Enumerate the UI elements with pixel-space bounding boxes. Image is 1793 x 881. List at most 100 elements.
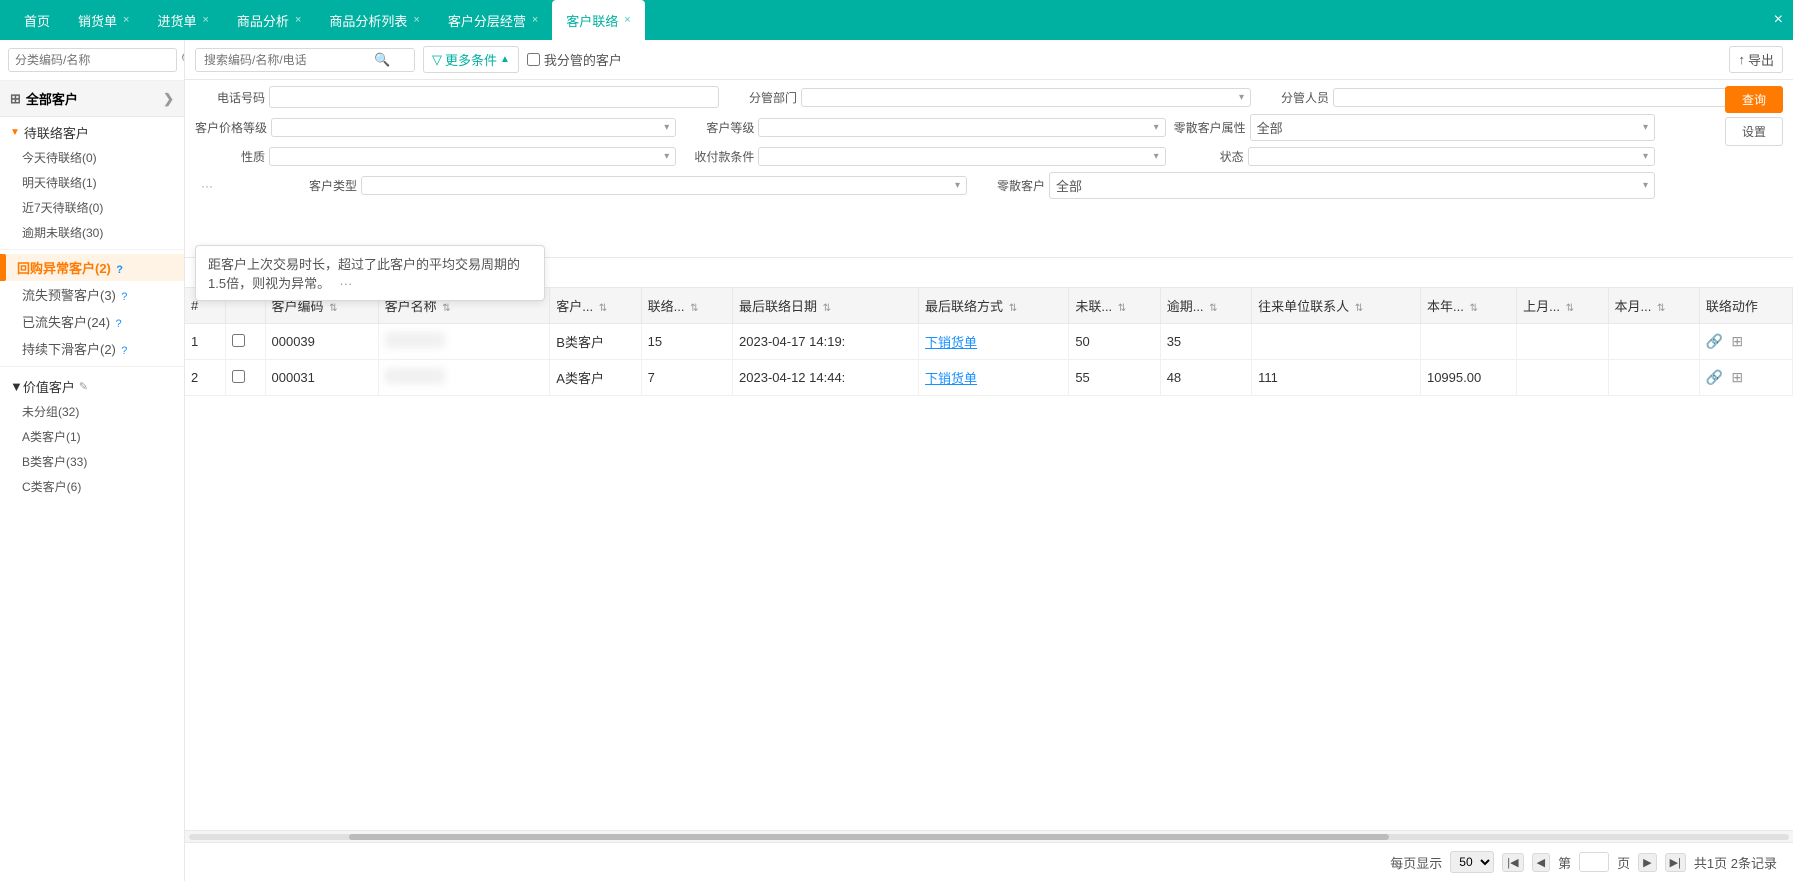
sidebar-item-lost-prediction[interactable]: 流失预警客户(3) ?	[0, 281, 184, 308]
table-section: ⚙ # 客户编码 ⇅ 客户名称 ⇅	[185, 258, 1793, 830]
row1-actions: 🔗 ⊞	[1699, 324, 1792, 360]
nav-item-customer-segment[interactable]: 客户分层经营 ×	[434, 0, 552, 40]
sort-icon-uncontacted: ⇅	[1118, 303, 1126, 314]
table-row: 1 000039 B类客户 15 2023-04-17 14:19: 下销货单 …	[185, 324, 1793, 360]
sidebar-value-customers-group[interactable]: ▼ 价值客户 ✎	[0, 371, 184, 399]
gender-select[interactable]: ▾	[269, 147, 676, 166]
search-input[interactable]	[204, 53, 374, 67]
sidebar-item-repurchase-abnormal[interactable]: 回购异常客户(2) ?	[0, 254, 184, 281]
customer-type-select[interactable]: ▾	[361, 176, 967, 195]
collapse-icon[interactable]: ❯	[163, 91, 174, 107]
continuous-decline-info-icon[interactable]: ?	[121, 345, 127, 357]
nav-close-analysis[interactable]: ×	[295, 14, 301, 26]
sidebar-item-today-pending[interactable]: 今天待联络(0)	[0, 145, 184, 170]
nav-close-sales[interactable]: ×	[123, 14, 129, 26]
nav-close-purchase[interactable]: ×	[202, 14, 208, 26]
nav-item-customer-contact[interactable]: 客户联络 ×	[552, 0, 644, 40]
window-close-button[interactable]: ×	[1774, 11, 1783, 29]
col-last-month[interactable]: 上月... ⇅	[1517, 288, 1608, 324]
phone-input[interactable]	[269, 86, 719, 108]
row2-method-link[interactable]: 下销货单	[925, 371, 977, 386]
first-page-btn[interactable]: |◀	[1502, 853, 1523, 872]
sort-icon-last-month: ⇅	[1566, 303, 1574, 314]
my-customer-checkbox-area[interactable]: 我分管的客户	[527, 50, 622, 69]
horizontal-scroll-bar[interactable]	[185, 830, 1793, 842]
row1-type: B类客户	[550, 324, 641, 360]
row2-uncontacted: 55	[1069, 360, 1160, 396]
my-customer-checkbox[interactable]	[527, 53, 540, 66]
retail-customer-select[interactable]: 全部 ▾	[1049, 172, 1655, 199]
retail-attr-select[interactable]: 全部 ▾	[1250, 114, 1655, 141]
search-icon[interactable]: 🔍	[374, 52, 390, 68]
status-select[interactable]: ▾	[1248, 147, 1655, 166]
sidebar-item-7days-pending[interactable]: 近7天待联络(0)	[0, 195, 184, 220]
row2-link-icon[interactable]: 🔗	[1706, 369, 1723, 386]
sub-dept-select[interactable]: ▾	[801, 88, 1251, 107]
row1-link-icon[interactable]: 🔗	[1706, 333, 1723, 350]
customer-level-select[interactable]: ▾	[758, 118, 1165, 137]
sidebar-item-continuous-decline[interactable]: 持续下滑客户(2) ?	[0, 335, 184, 362]
col-contact-count[interactable]: 联络... ⇅	[641, 288, 732, 324]
col-last-contact-date[interactable]: 最后联络日期 ⇅	[733, 288, 919, 324]
sidebar-search-input[interactable]	[8, 48, 177, 72]
row1-checkbox[interactable]	[225, 324, 265, 360]
sort-icon-date: ⇅	[823, 303, 831, 314]
col-this-year[interactable]: 本年... ⇅	[1420, 288, 1516, 324]
row2-checkbox[interactable]	[225, 360, 265, 396]
settings-button[interactable]: 设置	[1725, 117, 1783, 146]
nav-close-customer-segment[interactable]: ×	[532, 14, 538, 26]
repurchase-info-icon[interactable]: ?	[116, 264, 123, 276]
row2-qr-icon[interactable]: ⊞	[1731, 369, 1743, 386]
nav-home[interactable]: 首页	[10, 0, 64, 40]
col-this-month[interactable]: 本月... ⇅	[1608, 288, 1699, 324]
nav-close-analysis-list[interactable]: ×	[413, 14, 419, 26]
nav-item-analysis[interactable]: 商品分析 ×	[223, 0, 315, 40]
sidebar-item-a-class[interactable]: A类客户(1)	[0, 424, 184, 449]
nav-close-customer-contact[interactable]: ×	[624, 14, 630, 26]
prev-page-btn[interactable]: ◀	[1532, 853, 1550, 872]
data-table: # 客户编码 ⇅ 客户名称 ⇅ 客户... ⇅	[185, 288, 1793, 396]
sidebar-item-overdue-pending[interactable]: 逾期未联络(30)	[0, 220, 184, 245]
col-last-contact-method[interactable]: 最后联络方式 ⇅	[919, 288, 1069, 324]
sidebar-item-tomorrow-pending[interactable]: 明天待联络(1)	[0, 170, 184, 195]
row1-qr-icon[interactable]: ⊞	[1731, 333, 1743, 350]
more-dots-btn[interactable]: ···	[195, 179, 219, 193]
scroll-thumb[interactable]	[349, 834, 1389, 840]
retail-attr-value: 全部	[1257, 118, 1283, 137]
row2-last-contact-method[interactable]: 下销货单	[919, 360, 1069, 396]
nav-item-sales[interactable]: 销货单 ×	[64, 0, 143, 40]
sub-person-select[interactable]: ···	[1333, 88, 1783, 107]
last-page-btn[interactable]: ▶|	[1665, 853, 1686, 872]
sidebar-item-b-class[interactable]: B类客户(33)	[0, 449, 184, 474]
value-edit-icon[interactable]: ✎	[79, 380, 88, 393]
nav-item-analysis-list[interactable]: 商品分析列表 ×	[315, 0, 433, 40]
export-btn[interactable]: ↑ 导出	[1729, 46, 1783, 73]
table-row: 2 000031 A类客户 7 2023-04-12 14:44: 下销货单 5…	[185, 360, 1793, 396]
payment-terms-select[interactable]: ▾	[758, 147, 1165, 166]
nav-item-purchase[interactable]: 进货单 ×	[143, 0, 222, 40]
sidebar-all-customers-header[interactable]: ⊞ 全部客户 ❯	[0, 81, 184, 117]
already-lost-info-icon[interactable]: ?	[115, 318, 121, 330]
page-input[interactable]: 1	[1579, 852, 1609, 872]
row1-method-link[interactable]: 下销货单	[925, 335, 977, 350]
sidebar-item-c-class[interactable]: C类客户(6)	[0, 474, 184, 499]
lost-prediction-info-icon[interactable]: ?	[121, 291, 127, 303]
sidebar-item-ungroup[interactable]: 未分组(32)	[0, 399, 184, 424]
col-uncontacted-days[interactable]: 未联... ⇅	[1069, 288, 1160, 324]
row1-select[interactable]	[232, 334, 245, 347]
col-contact-person[interactable]: 往来单位联系人 ⇅	[1252, 288, 1421, 324]
retail-customer-label: 零散客户	[975, 177, 1045, 194]
col-customer-type[interactable]: 客户... ⇅	[550, 288, 641, 324]
price-level-select[interactable]: ▾	[271, 118, 676, 137]
gender-chevron: ▾	[664, 151, 669, 162]
next-page-btn[interactable]: ▶	[1638, 853, 1656, 872]
sidebar-item-already-lost[interactable]: 已流失客户(24) ?	[0, 308, 184, 335]
col-overdue-days[interactable]: 逾期... ⇅	[1160, 288, 1251, 324]
row1-last-contact-method[interactable]: 下销货单	[919, 324, 1069, 360]
sidebar-pending-contact-group[interactable]: ▼ 待联络客户	[0, 117, 184, 145]
query-button[interactable]: 查询	[1725, 86, 1783, 113]
row2-select[interactable]	[232, 370, 245, 383]
more-conditions-btn[interactable]: ▽ 更多条件 ▲	[423, 46, 519, 73]
chevron-up-icon: ▲	[500, 54, 510, 65]
per-page-select[interactable]: 50	[1450, 851, 1494, 873]
